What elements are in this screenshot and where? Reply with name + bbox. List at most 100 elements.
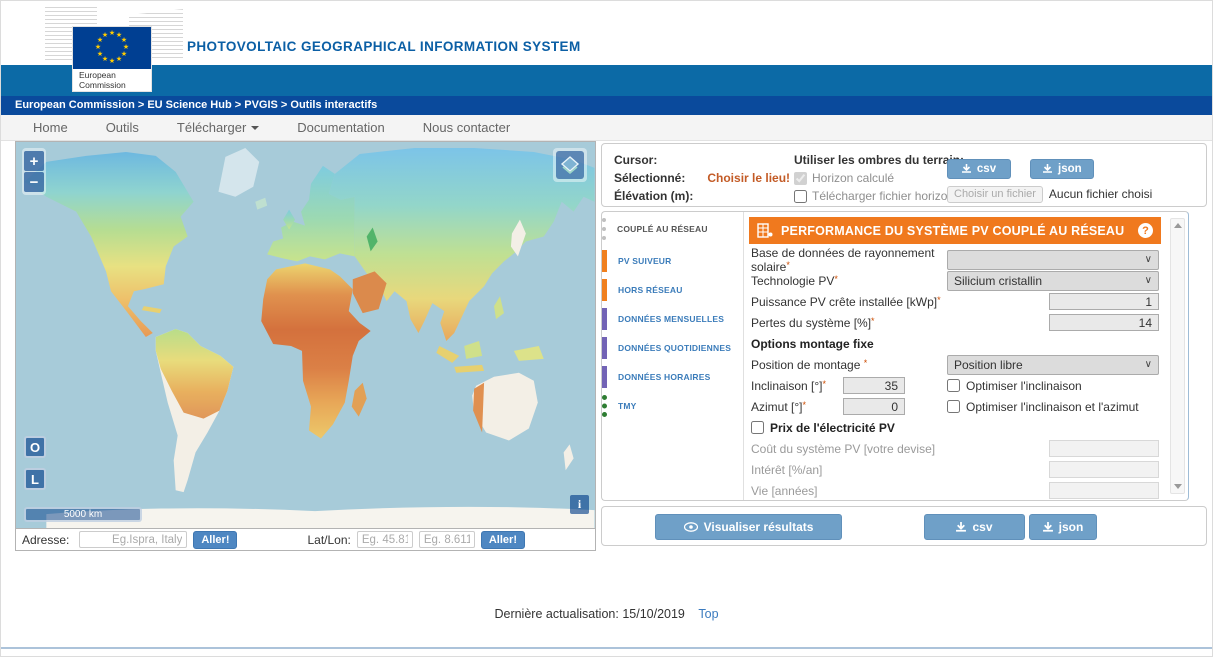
optimize-both-label: Optimiser l'inclinaison et l'azimut [966,400,1139,414]
pvgis-page: ★★★ ★★★ ★★★ ★★★ European Commission PHOT… [0,0,1213,657]
tool-panel: COUPLÉ AU RÉSEAU PV SUIVEUR HORS RÉSEAU … [601,211,1189,501]
header-band [1,65,1212,96]
technology-label: Technologie PV* [751,274,947,288]
layer-switcher-button[interactable] [553,148,587,182]
latlon-label: Lat/Lon: [307,533,350,547]
download-icon [1043,164,1052,174]
address-go-button[interactable]: Aller! [193,531,237,549]
pv-price-checkbox[interactable] [751,421,764,434]
choose-file-button[interactable]: Choisir un fichier [947,186,1043,203]
tab-donnees-horaires[interactable]: DONNÉES HORAIRES [602,366,743,388]
results-json-button[interactable]: json [1029,514,1097,540]
peak-power-input[interactable] [1049,293,1159,310]
elevation-label: Élévation (m): [614,189,693,203]
form-scrollbar[interactable] [1170,218,1185,494]
map-l-button[interactable]: L [24,468,46,490]
footer-divider [1,647,1212,649]
interest-input[interactable] [1049,461,1159,478]
slope-label: Inclinaison [°]* [751,379,843,393]
european-commission-logo[interactable]: ★★★ ★★★ ★★★ ★★★ European Commission [73,27,151,91]
lifetime-input[interactable] [1049,482,1159,499]
nav-item-nous-contacter[interactable]: Nous contacter [423,120,510,135]
zoom-out-button[interactable]: − [24,172,44,192]
last-update-date: 15/10/2019 [622,607,685,621]
upload-horizon-label: Télécharger fichier horizon [812,187,954,205]
grid-connected-form: PERFORMANCE DU SYSTÈME PV COUPLÉ AU RÉSE… [744,212,1166,500]
eu-flag-stars-icon: ★★★ ★★★ ★★★ ★★★ [73,27,151,69]
download-json-button[interactable]: json [1030,159,1094,179]
selected-label: Sélectionné: [614,171,685,185]
latitude-input[interactable] [357,531,413,548]
pv-price-label: Prix de l'électricité PV [770,421,895,435]
download-icon [1043,522,1053,533]
tab-hors-reseau[interactable]: HORS RÉSEAU [602,279,743,301]
solar-radiation-map [16,142,595,528]
pv-system-icon [757,223,773,238]
svg-text:★: ★ [95,43,101,51]
map-panel: + − O L i 5000 km Adresse: Aller! Lat/Lo… [15,141,596,551]
nav-item-telecharger[interactable]: Télécharger [177,120,259,135]
tab-pv-suiveur[interactable]: PV SUIVEUR [602,250,743,272]
system-cost-input[interactable] [1049,440,1159,457]
nav-item-outils[interactable]: Outils [106,120,139,135]
tab-donnees-quotidiennes[interactable]: DONNÉES QUOTIDIENNES [602,337,743,359]
peak-power-label: Puissance PV crête installée [kWp]* [751,295,1049,309]
technology-select[interactable]: Silicium cristallin∨ [947,271,1159,291]
map-o-button[interactable]: O [24,436,46,458]
optimize-slope-label: Optimiser l'inclinaison [966,379,1082,393]
address-input[interactable] [79,531,187,548]
chevron-down-icon: ∨ [1145,275,1152,286]
download-icon [956,522,966,533]
lifetime-label: Vie [années] [751,484,1049,498]
layers-icon [556,151,584,179]
results-csv-button[interactable]: csv [924,514,1025,540]
main-nav: Home Outils Télécharger Documentation No… [1,115,1212,141]
chevron-down-icon: ∨ [1145,359,1152,370]
eu-flag-icon: ★★★ ★★★ ★★★ ★★★ [73,27,151,69]
scroll-down-icon[interactable] [1174,484,1182,489]
help-icon[interactable]: ? [1138,223,1153,238]
commission-label: European Commission [73,69,151,90]
file-status: Aucun fichier choisi [1049,185,1152,203]
database-select[interactable]: ∨ [947,250,1159,270]
optimize-both-checkbox[interactable] [947,400,960,413]
map-scale-bar: 5000 km [24,507,142,522]
map-info-button[interactable]: i [570,495,589,514]
zoom-in-button[interactable]: + [24,151,44,171]
horizon-calculated-label: Horizon calculé [812,169,894,187]
losses-input[interactable] [1049,314,1159,331]
world-map[interactable]: + − O L i 5000 km [15,141,596,529]
visualize-results-button[interactable]: Visualiser résultats [655,514,842,540]
download-icon [962,164,971,174]
scroll-up-icon[interactable] [1174,223,1182,228]
nav-item-documentation[interactable]: Documentation [297,120,384,135]
cursor-label: Cursor: [614,153,657,167]
terrain-shadows-heading: Utiliser les ombres du terrain: [794,151,964,169]
tab-couple-au-reseau[interactable]: COUPLÉ AU RÉSEAU [602,218,743,240]
tab-donnees-mensuelles[interactable]: DONNÉES MENSUELLES [602,308,743,330]
chevron-down-icon: ∨ [1145,254,1152,265]
footer: Dernière actualisation: 15/10/2019 Top [1,607,1212,621]
breadcrumb[interactable]: European Commission > EU Science Hub > P… [1,96,1212,115]
address-bar: Adresse: Aller! Lat/Lon: Aller! [15,529,596,551]
losses-label: Pertes du système [%]* [751,316,1049,330]
optimize-slope-checkbox[interactable] [947,379,960,392]
mounting-position-label: Position de montage * [751,358,947,372]
eye-icon [684,522,698,532]
svg-text:★: ★ [109,57,115,65]
mounting-options-heading: Options montage fixe [751,337,874,351]
interest-label: Intérêt [%/an] [751,463,1049,477]
download-csv-button[interactable]: csv [947,159,1011,179]
nav-item-home[interactable]: Home [33,120,68,135]
top-link[interactable]: Top [698,607,718,621]
form-header: PERFORMANCE DU SYSTÈME PV COUPLÉ AU RÉSE… [749,217,1161,244]
choose-location-link[interactable]: Choisir le lieu! [707,171,790,185]
azimuth-input[interactable] [843,398,905,415]
slope-input[interactable] [843,377,905,394]
mounting-position-select[interactable]: Position libre∨ [947,355,1159,375]
horizon-calculated-checkbox[interactable] [794,172,807,185]
tab-tmy[interactable]: TMY [602,395,743,417]
longitude-input[interactable] [419,531,475,548]
upload-horizon-checkbox[interactable] [794,190,807,203]
latlon-go-button[interactable]: Aller! [481,531,525,549]
